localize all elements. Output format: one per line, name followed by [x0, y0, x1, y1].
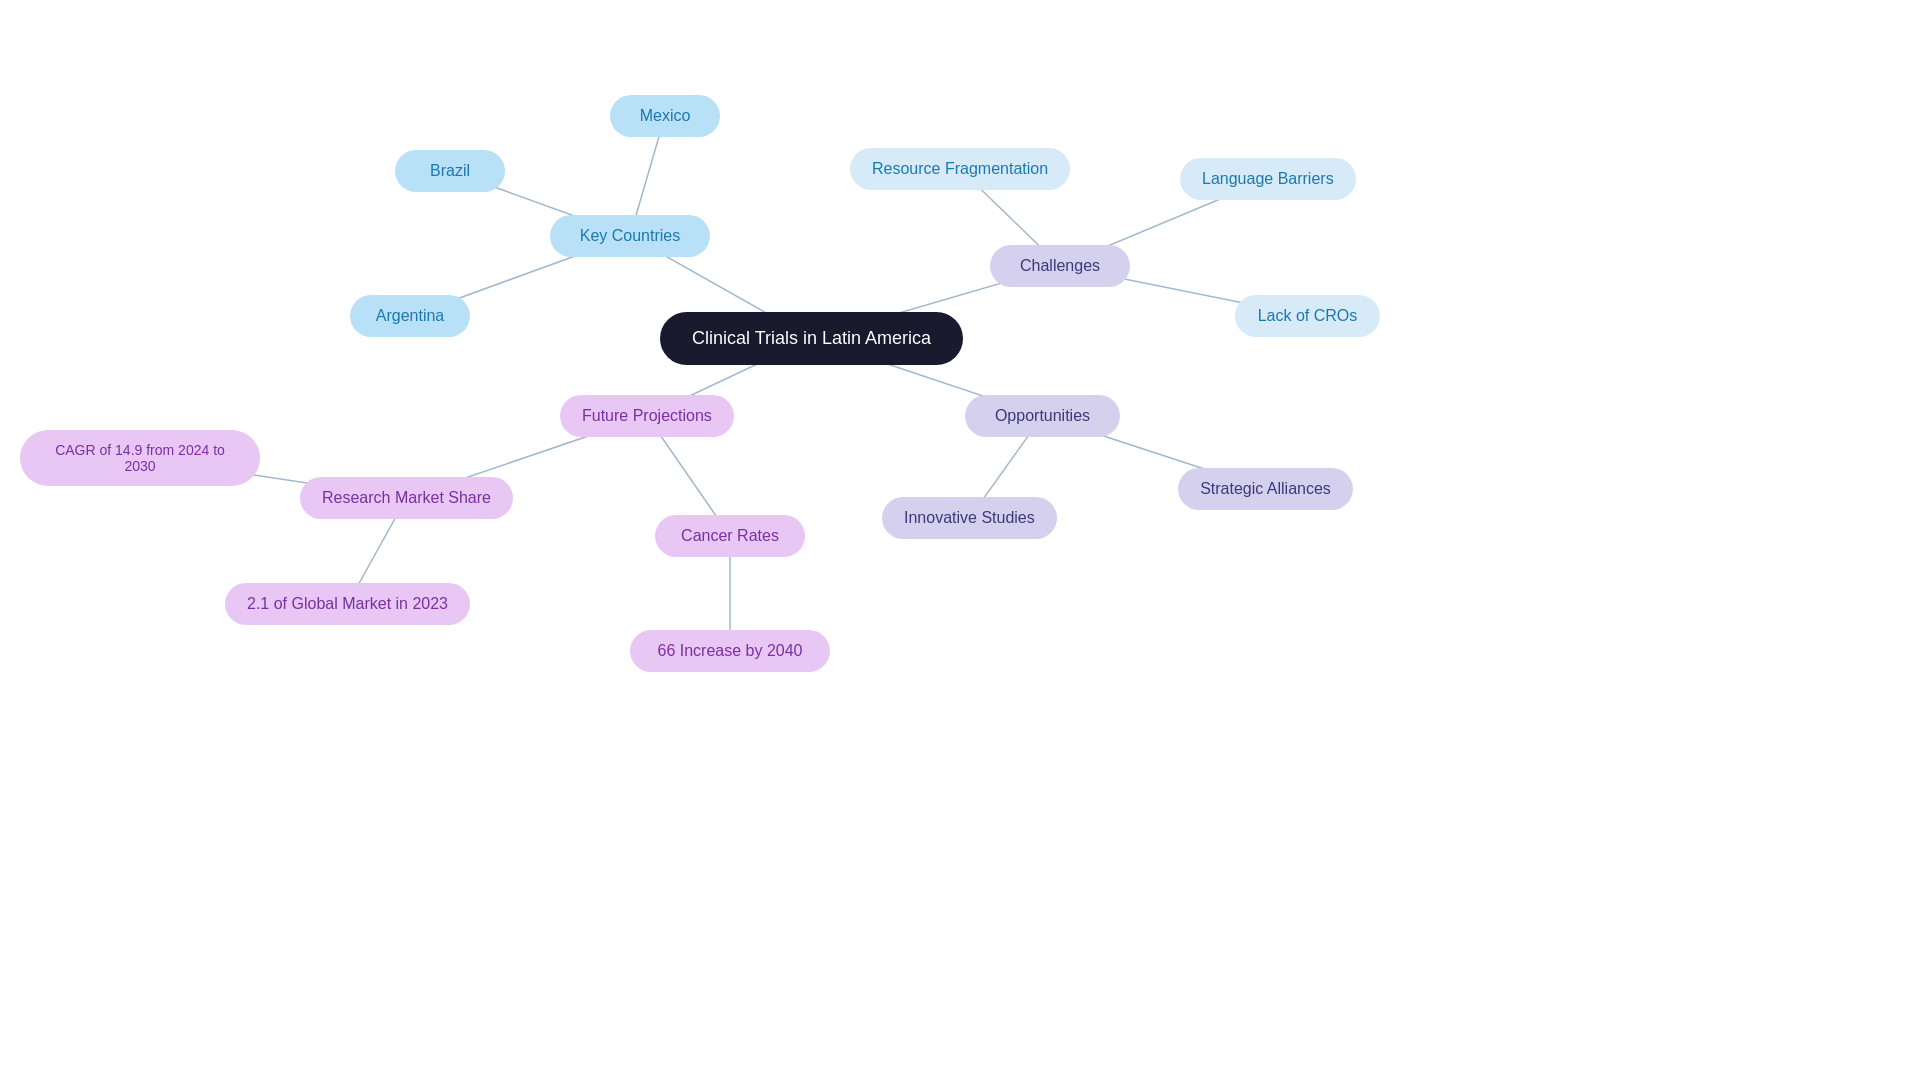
- center-node: Clinical Trials in Latin America: [660, 312, 963, 365]
- innovative-studies-node: Innovative Studies: [882, 497, 1057, 539]
- key-countries-node: Key Countries: [550, 215, 710, 257]
- research-market-share-node: Research Market Share: [300, 477, 513, 519]
- opportunities-node: Opportunities: [965, 395, 1120, 437]
- cancer-rates-node: Cancer Rates: [655, 515, 805, 557]
- resource-frag-node: Resource Fragmentation: [850, 148, 1070, 190]
- future-projections-node: Future Projections: [560, 395, 734, 437]
- strategic-alliances-node: Strategic Alliances: [1178, 468, 1353, 510]
- lack-cros-node: Lack of CROs: [1235, 295, 1380, 337]
- argentina-node: Argentina: [350, 295, 470, 337]
- language-barriers-node: Language Barriers: [1180, 158, 1356, 200]
- global-market-node: 2.1 of Global Market in 2023: [225, 583, 470, 625]
- increase-2040-node: 66 Increase by 2040: [630, 630, 830, 672]
- mexico-node: Mexico: [610, 95, 720, 137]
- brazil-node: Brazil: [395, 150, 505, 192]
- challenges-node: Challenges: [990, 245, 1130, 287]
- cagr-node: CAGR of 14.9 from 2024 to 2030: [20, 430, 260, 486]
